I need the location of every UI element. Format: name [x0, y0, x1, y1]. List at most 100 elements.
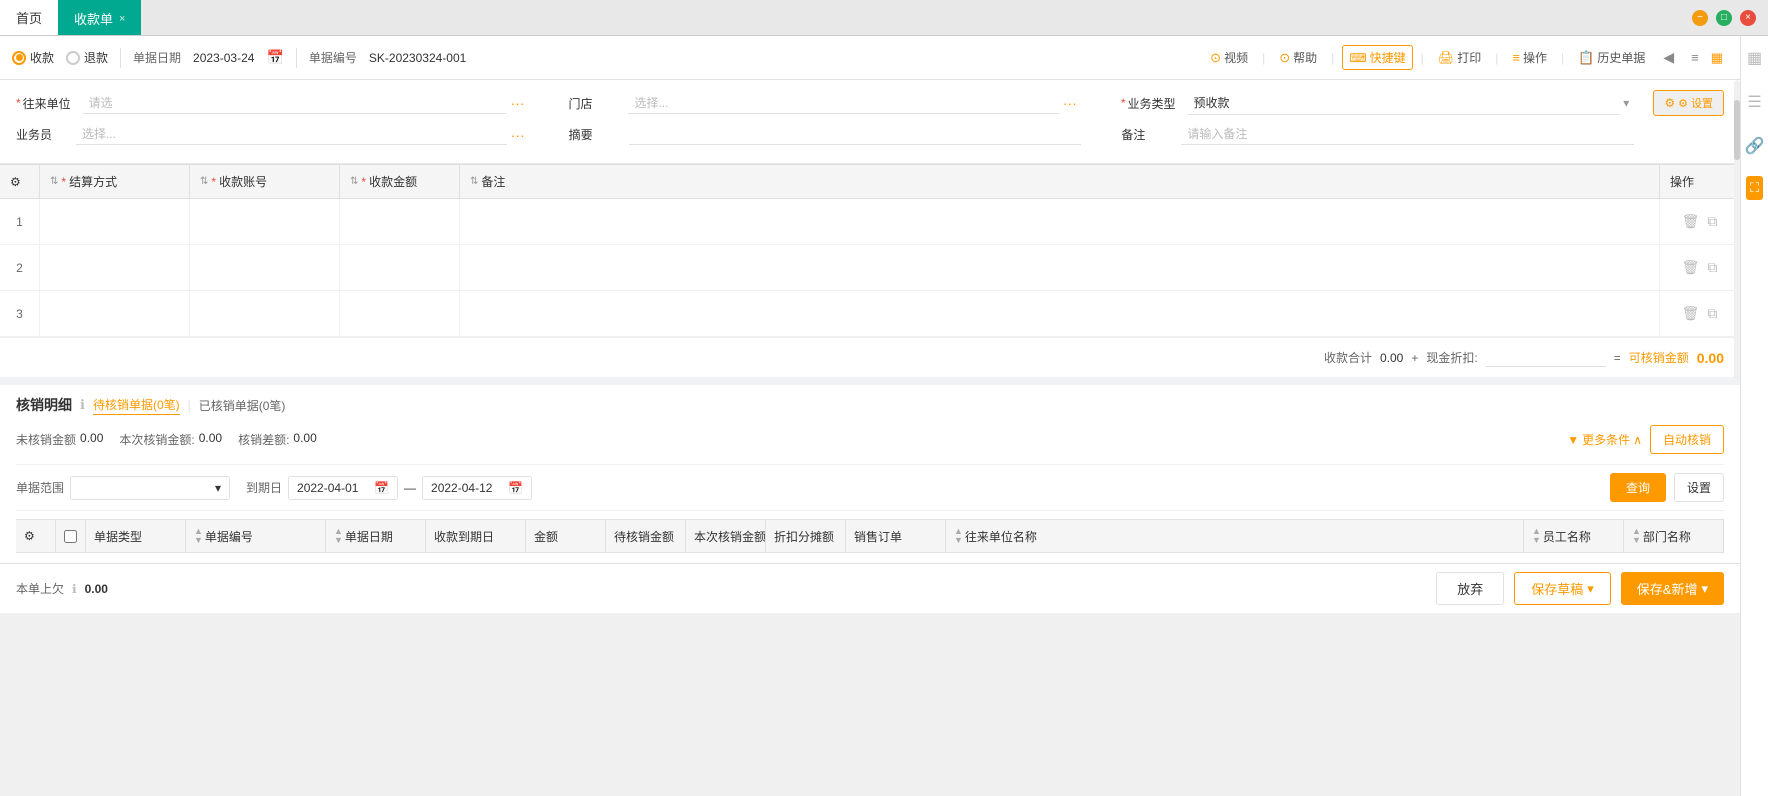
row-3-delete-icon[interactable]: 🗑	[1682, 305, 1700, 322]
save-new-dropdown-icon[interactable]: ▾	[1701, 581, 1708, 597]
salesman-more-icon[interactable]: ···	[507, 127, 529, 143]
biz-type-dropdown-icon[interactable]: ▾	[1619, 96, 1633, 110]
verify-info-icon[interactable]: ℹ	[80, 397, 85, 413]
tab-home[interactable]: 首页	[0, 0, 58, 35]
verify-title-row: 核销明细 ℹ 待核销单据(0笔) | 已核销单据(0笔)	[16, 395, 1724, 415]
row-3-remarks[interactable]	[460, 291, 1660, 336]
save-draft-dropdown-icon[interactable]: ▾	[1587, 581, 1594, 597]
video-btn[interactable]: ⊙ 视频	[1204, 46, 1254, 69]
th-account: ⇅ * 收款账号	[190, 165, 340, 198]
row-1-settlement[interactable]	[40, 199, 190, 244]
operations-btn[interactable]: ≡ 操作	[1506, 46, 1553, 69]
bth-discount: 折扣分摊额	[766, 520, 846, 552]
more-filter-button[interactable]: ▼ 更多条件 ∧	[1567, 431, 1642, 448]
partner-more-icon[interactable]: ···	[506, 95, 528, 111]
row-1-copy-icon[interactable]: ⧉	[1707, 213, 1717, 230]
store-input[interactable]	[628, 93, 1058, 114]
row-3-copy-icon[interactable]: ⧉	[1707, 305, 1717, 322]
row-2-account[interactable]	[190, 245, 340, 290]
radio-receipt[interactable]: 收款	[12, 49, 54, 66]
diff-value: 0.00	[293, 431, 316, 448]
window-max-button[interactable]: □	[1716, 10, 1732, 26]
calendar-icon-1[interactable]: 📅	[266, 49, 283, 66]
row-2-remarks[interactable]	[460, 245, 1660, 290]
calendar-icon-3[interactable]: 📅	[508, 481, 523, 495]
row-1-delete-icon[interactable]: 🗑	[1682, 213, 1700, 230]
top-settings-button[interactable]: ⚙ ⚙ 设置	[1653, 90, 1724, 116]
row-2-delete-icon[interactable]: 🗑	[1682, 259, 1700, 276]
diff-stat: 核销差额: 0.00	[238, 431, 317, 448]
layout-buttons: ≡ ▦	[1686, 48, 1728, 68]
row-3-amount[interactable]	[340, 291, 460, 336]
row-1-account[interactable]	[190, 199, 340, 244]
filter-actions: 查询 设置	[1610, 473, 1724, 502]
store-label: 门店	[568, 95, 628, 112]
window-close-button[interactable]: ×	[1740, 10, 1756, 26]
date-value: 2023-03-24	[193, 51, 254, 65]
current-verify-value: 0.00	[199, 431, 222, 448]
limit-info-icon[interactable]: ℹ	[72, 582, 77, 596]
divider-1: |	[1262, 51, 1265, 65]
discount-label: 现金折扣:	[1426, 349, 1477, 366]
divider-2: |	[1331, 51, 1334, 65]
select-all-checkbox[interactable]	[64, 530, 77, 543]
th-gear-icon: ⚙	[10, 175, 21, 189]
row-1-amount[interactable]	[340, 199, 460, 244]
toolbar-sep-1	[120, 48, 121, 68]
divider-4: |	[1495, 51, 1498, 65]
nav-prev[interactable]: ◀	[1659, 47, 1678, 68]
date-to-field[interactable]: 2022-04-12 📅	[422, 476, 532, 500]
date-from-field[interactable]: 2022-04-01 📅	[288, 476, 398, 500]
radio-refund[interactable]: 退款	[66, 49, 108, 66]
range-select[interactable]: ▾	[70, 476, 230, 500]
available-value: 0.00	[1697, 350, 1724, 366]
bth-settings[interactable]: ⚙	[16, 520, 56, 552]
sidebar-screen-icon[interactable]: ⛶	[1746, 176, 1763, 200]
layout-grid-icon[interactable]: ▦	[1706, 48, 1728, 68]
query-button[interactable]: 查询	[1610, 473, 1666, 502]
bth-employee: ▲▼ 员工名称	[1524, 520, 1624, 552]
notes-input[interactable]	[1181, 124, 1634, 145]
row-3-account[interactable]	[190, 291, 340, 336]
row-3-settlement[interactable]	[40, 291, 190, 336]
salesman-input[interactable]	[76, 124, 507, 145]
sidebar-table-icon[interactable]: ▦	[1743, 44, 1766, 72]
print-btn[interactable]: 🖨 打印	[1432, 46, 1488, 69]
help-btn[interactable]: ⊙ 帮助	[1273, 46, 1323, 69]
tab-receipt[interactable]: 收款单 ×	[58, 0, 141, 35]
sidebar-link-icon[interactable]: 🔗	[1741, 132, 1768, 160]
history-btn[interactable]: 📋 历史单据	[1572, 46, 1651, 69]
row-2-copy-icon[interactable]: ⧉	[1707, 259, 1717, 276]
row-1-actions: 🗑 ⧉	[1660, 199, 1740, 244]
partner-required: *	[16, 96, 21, 110]
bth-checkbox[interactable]	[56, 520, 86, 552]
available-label: 可核销金额	[1629, 349, 1689, 366]
row-2-amount[interactable]	[340, 245, 460, 290]
partner-input[interactable]	[83, 93, 507, 114]
discount-input[interactable]	[1486, 348, 1606, 367]
store-more-icon[interactable]: ···	[1059, 95, 1081, 111]
bth-current-verify: 本次核销金额	[686, 520, 766, 552]
summary-input[interactable]	[629, 124, 1082, 145]
verify-tab-done[interactable]: 已核销单据(0笔)	[199, 397, 286, 414]
layout-list-icon[interactable]: ≡	[1686, 48, 1704, 68]
partner-field: * 往来单位 ···	[16, 93, 528, 114]
window-min-button[interactable]: −	[1692, 10, 1708, 26]
save-draft-button[interactable]: 保存草稿 ▾	[1514, 572, 1611, 605]
verify-settings-button[interactable]: 设置	[1674, 473, 1724, 502]
verify-tab-pending[interactable]: 待核销单据(0笔)	[93, 396, 180, 415]
row-1-remarks[interactable]	[460, 199, 1660, 244]
current-stat: 本次核销金额: 0.00	[119, 431, 222, 448]
tab-close-icon[interactable]: ×	[119, 13, 125, 25]
sidebar-list-icon[interactable]: ☰	[1743, 88, 1765, 116]
discard-button[interactable]: 放弃	[1436, 572, 1504, 605]
row-2-settlement[interactable]	[40, 245, 190, 290]
save-new-button[interactable]: 保存&新增 ▾	[1621, 572, 1724, 605]
auto-verify-button[interactable]: 自动核销	[1650, 425, 1724, 454]
chevron-up-icon: ∧	[1633, 433, 1642, 447]
diff-label: 核销差额:	[238, 431, 289, 448]
shortcut-btn[interactable]: ⌨ 快捷键	[1342, 45, 1412, 70]
calendar-icon-2[interactable]: 📅	[374, 481, 389, 495]
th-settings[interactable]: ⚙	[0, 165, 40, 198]
right-sidebar: ▦ ☰ 🔗 ⛶	[1740, 36, 1768, 796]
